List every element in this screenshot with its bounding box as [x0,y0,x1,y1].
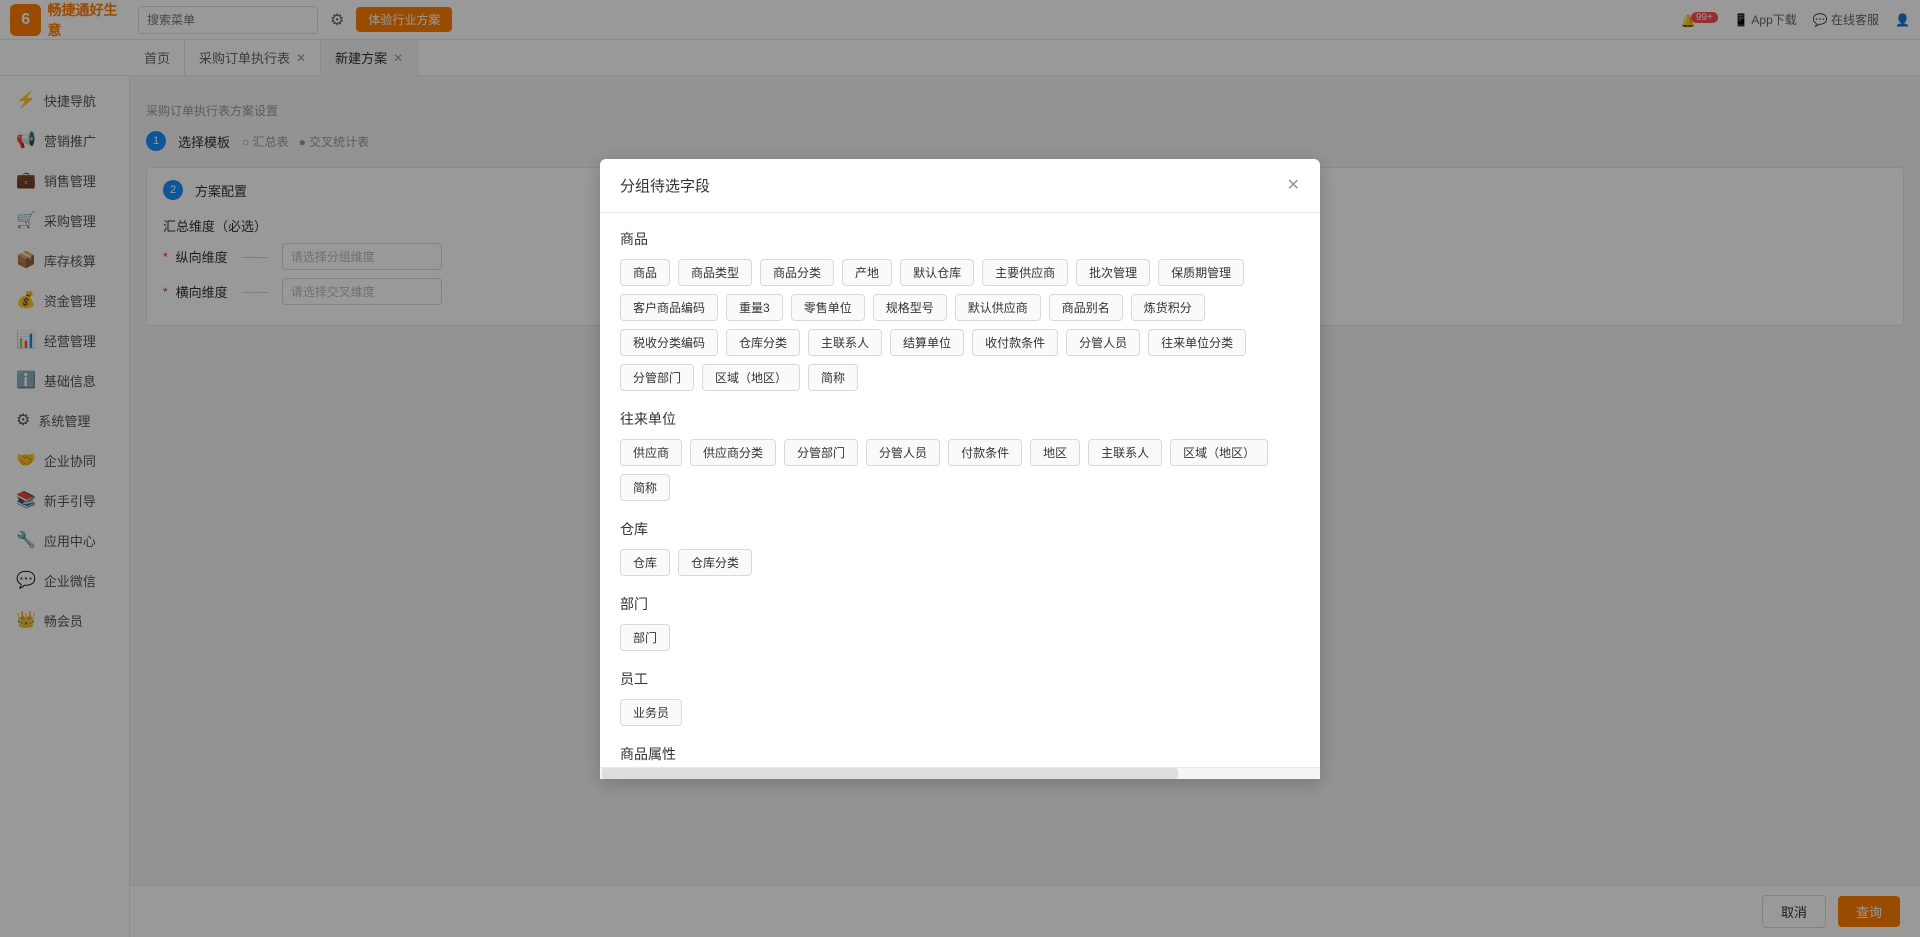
section-warehouse-title: 仓库 [620,519,1300,539]
section-employee-title: 员工 [620,669,1300,689]
section-goods-title: 商品 [620,229,1300,249]
section-goods: 商品 商品 商品类型 商品分类 产地 默认仓库 主要供应商 批次管理 保质期管理… [620,229,1300,391]
field-tag-partner-dept[interactable]: 分管部门 [784,439,858,466]
field-tag-default-warehouse[interactable]: 默认仓库 [900,259,974,286]
field-tag-payment-terms[interactable]: 收付款条件 [972,329,1058,356]
field-tag-main-contact[interactable]: 主联系人 [808,329,882,356]
field-tag-area[interactable]: 地区 [1030,439,1080,466]
field-tag-expiry[interactable]: 保质期管理 [1158,259,1244,286]
field-tag-goods-category[interactable]: 商品分类 [760,259,834,286]
field-tag-default-supplier[interactable]: 默认供应商 [955,294,1041,321]
field-tag-payment-cond[interactable]: 付款条件 [948,439,1022,466]
field-tag-region2[interactable]: 区域（地区） [1170,439,1268,466]
field-tag-settlement-unit[interactable]: 结算单位 [890,329,964,356]
modal-overlay: 分组待选字段 ✕ 商品 商品 商品类型 商品分类 产地 默认仓库 主要供应商 批… [0,0,1920,937]
section-partner-title: 往来单位 [620,409,1300,429]
field-tag-supervisor[interactable]: 分管人员 [1066,329,1140,356]
section-department: 部门 部门 [620,594,1300,651]
section-employee-tags: 业务员 [620,699,1300,726]
field-tag-customer-code[interactable]: 客户商品编码 [620,294,718,321]
field-tag-short-name[interactable]: 简称 [808,364,858,391]
field-tag-partner-supervisor[interactable]: 分管人员 [866,439,940,466]
field-tag-partner-category[interactable]: 往来单位分类 [1148,329,1246,356]
modal-close-button[interactable]: ✕ [1287,175,1300,195]
field-tag-salesperson[interactable]: 业务员 [620,699,682,726]
field-tag-batch-mgmt[interactable]: 批次管理 [1076,259,1150,286]
field-tag-goods-alias[interactable]: 商品别名 [1049,294,1123,321]
field-tag-weight3[interactable]: 重量3 [726,294,783,321]
field-tag-spec-model[interactable]: 规格型号 [873,294,947,321]
field-tag-region[interactable]: 区域（地区） [702,364,800,391]
section-goods-tags: 商品 商品类型 商品分类 产地 默认仓库 主要供应商 批次管理 保质期管理 客户… [620,259,1300,391]
section-product-attr-title: 商品属性 [620,744,1300,764]
section-department-tags: 部门 [620,624,1300,651]
field-tag-dept[interactable]: 分管部门 [620,364,694,391]
field-tag-short-name2[interactable]: 简称 [620,474,670,501]
section-warehouse: 仓库 仓库 仓库分类 [620,519,1300,576]
section-partner: 往来单位 供应商 供应商分类 分管部门 分管人员 付款条件 地区 主联系人 区域… [620,409,1300,501]
field-tag-warehouse[interactable]: 仓库 [620,549,670,576]
section-employee: 员工 业务员 [620,669,1300,726]
field-tag-goods-type[interactable]: 商品类型 [678,259,752,286]
field-tag-refine-points[interactable]: 炼货积分 [1131,294,1205,321]
field-tag-retail-unit[interactable]: 零售单位 [791,294,865,321]
field-tag-goods[interactable]: 商品 [620,259,670,286]
field-tag-supplier-category[interactable]: 供应商分类 [690,439,776,466]
field-tag-supplier[interactable]: 供应商 [620,439,682,466]
field-tag-department[interactable]: 部门 [620,624,670,651]
field-tag-tax-code[interactable]: 税收分类编码 [620,329,718,356]
section-department-title: 部门 [620,594,1300,614]
modal-hscrollbar[interactable] [600,767,1320,779]
field-tag-main-contact2[interactable]: 主联系人 [1088,439,1162,466]
field-tag-warehouse-category[interactable]: 仓库分类 [726,329,800,356]
field-select-modal: 分组待选字段 ✕ 商品 商品 商品类型 商品分类 产地 默认仓库 主要供应商 批… [600,159,1320,779]
section-warehouse-tags: 仓库 仓库分类 [620,549,1300,576]
section-product-attr: 商品属性 属性 颜色 多规格 尺码 鞋码 1 [620,744,1300,767]
field-tag-main-supplier[interactable]: 主要供应商 [982,259,1068,286]
modal-body[interactable]: 商品 商品 商品类型 商品分类 产地 默认仓库 主要供应商 批次管理 保质期管理… [600,213,1320,767]
modal-title: 分组待选字段 [620,175,710,196]
field-tag-warehouse-cat[interactable]: 仓库分类 [678,549,752,576]
section-partner-tags: 供应商 供应商分类 分管部门 分管人员 付款条件 地区 主联系人 区域（地区） … [620,439,1300,501]
modal-header: 分组待选字段 ✕ [600,159,1320,213]
field-tag-origin[interactable]: 产地 [842,259,892,286]
